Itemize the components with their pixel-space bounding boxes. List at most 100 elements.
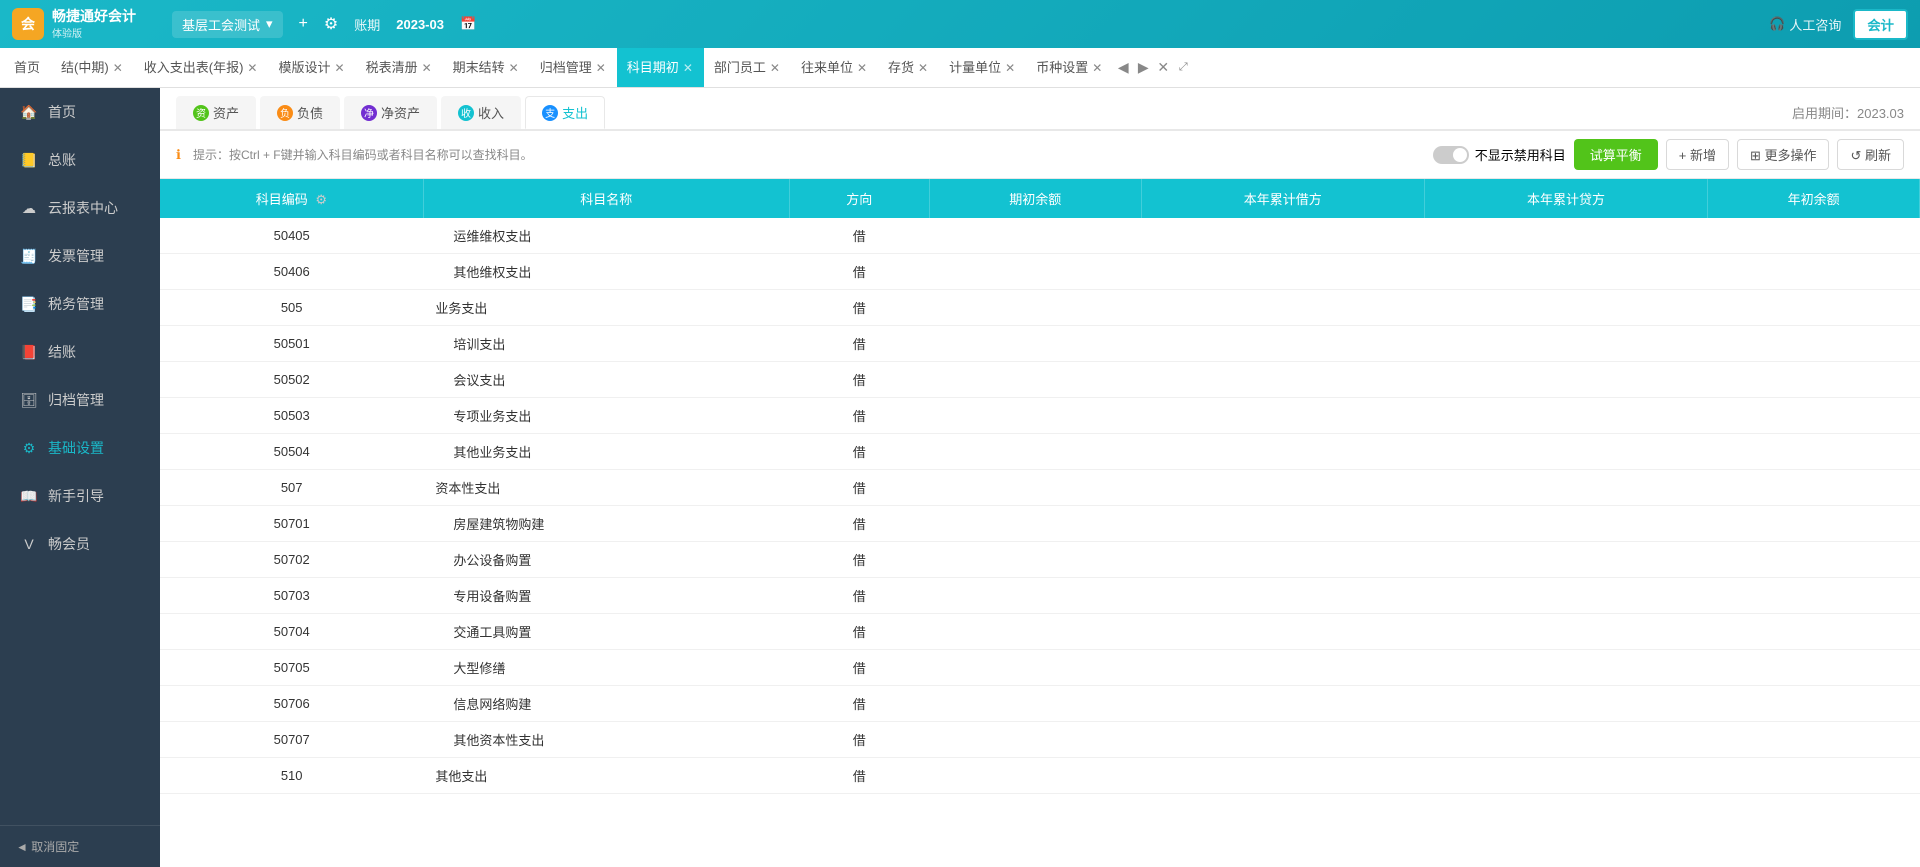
tab-mid-period[interactable]: 结(中期) ✕: [51, 48, 134, 88]
tab-subject-init[interactable]: 科目期初 ✕: [617, 48, 704, 88]
cell-code: 507: [160, 470, 423, 506]
tab-expand[interactable]: ⤢: [1173, 48, 1193, 88]
asset-tab-icon: 资: [193, 105, 209, 121]
tab-template-close[interactable]: ✕: [335, 48, 345, 88]
table-row[interactable]: 50705大型修缮借: [160, 650, 1920, 686]
table-row[interactable]: 50501培训支出借: [160, 326, 1920, 362]
calendar-icon[interactable]: 📅: [460, 16, 476, 32]
tab-unit-close[interactable]: ✕: [1005, 48, 1015, 88]
cell-ytd-credit: [1424, 254, 1707, 290]
table-row[interactable]: 50503专项业务支出借: [160, 398, 1920, 434]
sidebar-item-ledger[interactable]: 📒 总账: [0, 136, 160, 184]
sub-tab-expense[interactable]: 支 支出: [525, 96, 605, 129]
tab-tax-close[interactable]: ✕: [422, 48, 432, 88]
tab-dept[interactable]: 部门员工 ✕: [704, 48, 791, 88]
cell-name: 其他业务支出: [423, 434, 789, 470]
tab-currency-close[interactable]: ✕: [1092, 48, 1102, 88]
tab-home[interactable]: 首页: [4, 48, 51, 88]
sidebar-item-invoice[interactable]: 🧾 发票管理: [0, 232, 160, 280]
table-row[interactable]: 50504其他业务支出借: [160, 434, 1920, 470]
cell-ytd-credit: [1424, 470, 1707, 506]
member-icon: V: [20, 535, 38, 553]
sidebar-item-member[interactable]: V 畅会员: [0, 520, 160, 568]
tab-inventory-close[interactable]: ✕: [918, 48, 928, 88]
cell-direction: 借: [789, 398, 929, 434]
sub-tab-asset[interactable]: 资 资产: [176, 96, 256, 129]
tab-income-annual[interactable]: 收入支出表(年报) ✕: [134, 48, 269, 88]
table-row[interactable]: 505业务支出借: [160, 290, 1920, 326]
sub-tab-income[interactable]: 收 收入: [441, 96, 521, 129]
tab-subject-init-close[interactable]: ✕: [683, 48, 693, 88]
cell-code: 505: [160, 290, 423, 326]
sidebar-item-home[interactable]: 🏠 首页: [0, 88, 160, 136]
cell-name: 办公设备购置: [423, 542, 789, 578]
sidebar-item-settings[interactable]: ⚙ 基础设置: [0, 424, 160, 472]
more-button[interactable]: ⊞ 更多操作: [1737, 139, 1830, 170]
sidebar-item-cloud[interactable]: ☁ 云报表中心: [0, 184, 160, 232]
sidebar-collapse[interactable]: ◄ 取消固定: [0, 825, 160, 867]
cell-name: 其他维权支出: [423, 254, 789, 290]
sidebar-item-close-book[interactable]: 📕 结账: [0, 328, 160, 376]
table-row[interactable]: 50701房屋建筑物购建借: [160, 506, 1920, 542]
switch-track[interactable]: [1433, 146, 1469, 164]
tab-period-end-close[interactable]: ✕: [509, 48, 519, 88]
table-row[interactable]: 507资本性支出借: [160, 470, 1920, 506]
col-settings-icon[interactable]: ⚙: [315, 192, 327, 207]
tab-tax[interactable]: 税表清册 ✕: [356, 48, 443, 88]
cell-opening-balance: [929, 362, 1141, 398]
sidebar-item-archive[interactable]: 🗄 归档管理: [0, 376, 160, 424]
tab-inventory[interactable]: 存货 ✕: [878, 48, 939, 88]
ledger-icon: 📒: [20, 151, 38, 169]
company-selector[interactable]: 基层工会测试 ▾: [172, 11, 283, 38]
subject-table: 科目编码 ⚙ 科目名称 方向 期初余额 本年累计借方 本年累计贷方 年初余额 5…: [160, 179, 1920, 794]
add-button[interactable]: + 新增: [1666, 139, 1729, 170]
plus-icon[interactable]: +: [299, 15, 308, 33]
account-button[interactable]: 会计: [1853, 9, 1908, 40]
cell-ytd-credit: [1424, 434, 1707, 470]
sidebar-item-tax[interactable]: 📑 税务管理: [0, 280, 160, 328]
table-row[interactable]: 510其他支出借: [160, 758, 1920, 794]
cell-year-start: [1708, 254, 1920, 290]
tab-counterparty[interactable]: 往来单位 ✕: [791, 48, 878, 88]
tab-archive-close[interactable]: ✕: [596, 48, 606, 88]
tab-nav-right[interactable]: ▶: [1133, 48, 1153, 88]
tab-currency-label: 币种设置: [1036, 48, 1088, 88]
table-row[interactable]: 50706信息网络购建借: [160, 686, 1920, 722]
sub-tab-liability[interactable]: 负 负债: [260, 96, 340, 129]
tab-dept-close[interactable]: ✕: [770, 48, 780, 88]
tab-currency[interactable]: 币种设置 ✕: [1026, 48, 1113, 88]
balance-button[interactable]: 试算平衡: [1574, 139, 1658, 170]
tab-unit[interactable]: 计量单位 ✕: [939, 48, 1026, 88]
headset-icon: 🎧: [1769, 16, 1785, 32]
table-row[interactable]: 50703专用设备购置借: [160, 578, 1920, 614]
sub-tab-net-asset[interactable]: 净 净资产: [344, 96, 437, 129]
tab-close-all[interactable]: ✕: [1153, 48, 1173, 88]
tab-period-end[interactable]: 期末结转 ✕: [443, 48, 530, 88]
table-row[interactable]: 50702办公设备购置借: [160, 542, 1920, 578]
tab-income-annual-close[interactable]: ✕: [247, 48, 257, 88]
cell-opening-balance: [929, 434, 1141, 470]
tab-mid-period-close[interactable]: ✕: [113, 48, 123, 88]
sidebar-ledger-label: 总账: [48, 150, 76, 170]
tab-home-label: 首页: [14, 48, 40, 88]
table-row[interactable]: 50406其他维权支出借: [160, 254, 1920, 290]
table-row[interactable]: 50707其他资本性支出借: [160, 722, 1920, 758]
cell-ytd-debit: [1141, 686, 1424, 722]
tab-counterparty-close[interactable]: ✕: [857, 48, 867, 88]
sub-tab-liability-label: 负债: [297, 103, 323, 122]
disable-toggle[interactable]: 不显示禁用科目: [1433, 145, 1566, 164]
cell-direction: 借: [789, 758, 929, 794]
settings-icon[interactable]: ⚙: [324, 14, 338, 34]
tab-archive[interactable]: 归档管理 ✕: [530, 48, 617, 88]
sidebar-item-guide[interactable]: 📖 新手引导: [0, 472, 160, 520]
tab-template[interactable]: 模版设计 ✕: [268, 48, 355, 88]
tab-mid-period-label: 结(中期): [61, 48, 109, 88]
cell-opening-balance: [929, 506, 1141, 542]
table-row[interactable]: 50704交通工具购置借: [160, 614, 1920, 650]
period-info: 启用期间：2023.03: [1792, 103, 1904, 122]
tab-nav-left[interactable]: ◀: [1113, 48, 1133, 88]
table-row[interactable]: 50502会议支出借: [160, 362, 1920, 398]
refresh-button[interactable]: ↺ 刷新: [1837, 139, 1904, 170]
customer-service-btn[interactable]: 🎧 人工咨询: [1769, 15, 1841, 34]
table-row[interactable]: 50405运维维权支出借: [160, 218, 1920, 254]
